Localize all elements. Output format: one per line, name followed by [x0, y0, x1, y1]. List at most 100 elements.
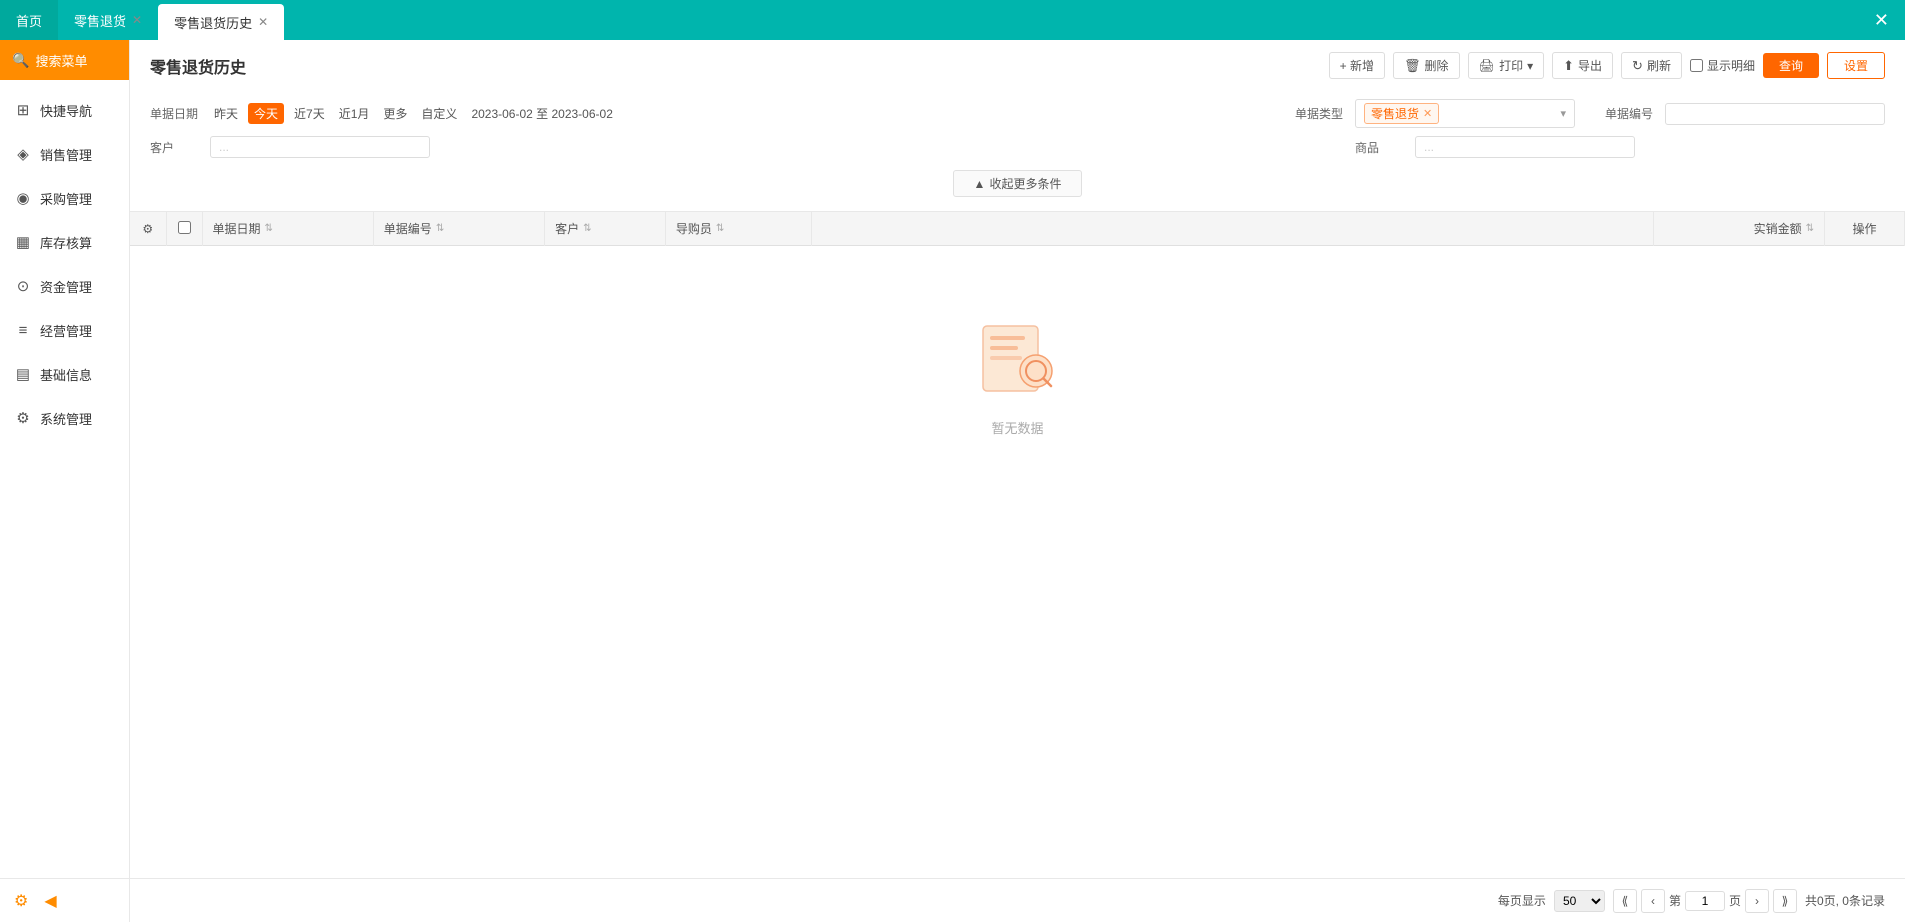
- print-icon: 🖨: [1479, 58, 1496, 74]
- collapse-icon: ▲: [974, 177, 986, 191]
- col-action: 操作: [1825, 212, 1905, 246]
- collapse-button[interactable]: ▲ 收起更多条件: [953, 170, 1083, 197]
- col-customer[interactable]: 客户 ⇅: [545, 212, 666, 246]
- col-number[interactable]: 单据编号 ⇅: [373, 212, 544, 246]
- page-header: 零售退货历史 + 新增 🗑 删除 🖨 打印 ▾ ⬆: [130, 40, 1905, 212]
- date-opt-today[interactable]: 今天: [248, 103, 284, 124]
- table-area: ⚙ 单据日期 ⇅: [130, 212, 1905, 922]
- basic-info-icon: ▤: [14, 365, 32, 383]
- guide-sort-icon: ⇅: [716, 223, 724, 234]
- customer-filter-label: 客户: [150, 139, 210, 156]
- sidebar-bottom: ⚙ ◀: [0, 878, 129, 922]
- page-title: 零售退货历史: [150, 54, 246, 78]
- date-opt-yesterday[interactable]: 昨天: [210, 103, 242, 124]
- sidebar-item-operations[interactable]: ≡ 经营管理: [0, 308, 129, 352]
- date-opt-1month[interactable]: 近1月: [335, 103, 374, 124]
- display-detail-checkbox[interactable]: [1690, 59, 1703, 72]
- number-filter-input[interactable]: [1665, 103, 1885, 125]
- collapse-row: ▲ 收起更多条件: [150, 166, 1885, 205]
- page-label: 第: [1669, 892, 1681, 909]
- sidebar-item-sales-mgmt[interactable]: ◈ 销售管理: [0, 132, 129, 176]
- type-select-arrow: ▾: [1560, 107, 1566, 120]
- prev-page-btn[interactable]: ‹: [1641, 889, 1665, 913]
- last-page-btn[interactable]: ⟫: [1773, 889, 1797, 913]
- customer-sort-icon: ⇅: [583, 223, 591, 234]
- sidebar-item-system[interactable]: ⚙ 系统管理: [0, 396, 129, 440]
- page-number-input[interactable]: [1685, 891, 1725, 911]
- inventory-icon: ▦: [14, 233, 32, 251]
- display-detail-label[interactable]: 显示明细: [1707, 57, 1755, 74]
- filter-row-customer: 客户 ... 商品 ...: [150, 136, 1885, 158]
- sidebar-item-purchase-mgmt[interactable]: ◉ 采购管理: [0, 176, 129, 220]
- number-filter-label: 单据编号: [1605, 105, 1665, 122]
- date-opt-7days[interactable]: 近7天: [290, 103, 329, 124]
- col-amount[interactable]: 实销金额 ⇅: [1653, 212, 1824, 246]
- per-page-select[interactable]: 20 50 100: [1554, 890, 1605, 912]
- refresh-button[interactable]: ↻ 刷新: [1621, 52, 1682, 79]
- export-button[interactable]: ⬆ 导出: [1552, 52, 1613, 79]
- settings-bottom-icon[interactable]: ⚙: [14, 891, 28, 911]
- top-bar: 首页 零售退货 ✕ 零售退货历史 ✕ ✕: [0, 0, 1905, 40]
- operations-icon: ≡: [14, 321, 32, 339]
- sidebar-item-quick-nav[interactable]: ⊞ 快捷导航: [0, 88, 129, 132]
- setting-button[interactable]: 设置: [1827, 52, 1885, 79]
- tab-home[interactable]: 首页: [0, 0, 58, 40]
- col-spacer: [811, 212, 1653, 246]
- table-header-row: ⚙ 单据日期 ⇅: [130, 212, 1905, 246]
- sidebar-item-finance[interactable]: ⊙ 资金管理: [0, 264, 129, 308]
- type-filter-select[interactable]: 零售退货 ✕ ▾: [1355, 99, 1575, 128]
- filter-area: 单据日期 昨天 今天 近7天 近1月 更多 自定义 2023-06-02 至 2…: [150, 89, 1885, 211]
- purchase-mgmt-icon: ◉: [14, 189, 32, 207]
- next-page-btn[interactable]: ›: [1745, 889, 1769, 913]
- date-opt-more[interactable]: 更多: [379, 103, 411, 124]
- display-switch: 显示明细: [1690, 57, 1755, 74]
- sidebar-search[interactable]: 🔍 搜索菜单: [0, 40, 129, 80]
- sidebar: 🔍 搜索菜单 ⊞ 快捷导航 ◈ 销售管理 ◉ 采购管理 ▦ 库存核算 ⊙ 资金管: [0, 40, 130, 922]
- window-close-btn[interactable]: ✕: [1874, 10, 1889, 31]
- page-nav: ⟪ ‹ 第 页 › ⟫: [1613, 889, 1797, 913]
- filter-row-date: 单据日期 昨天 今天 近7天 近1月 更多 自定义 2023-06-02 至 2…: [150, 99, 1885, 128]
- sidebar-item-inventory[interactable]: ▦ 库存核算: [0, 220, 129, 264]
- tab-retail-return[interactable]: 零售退货 ✕: [58, 0, 158, 40]
- delete-button[interactable]: 🗑 删除: [1393, 52, 1460, 79]
- per-page-label: 每页显示: [1498, 892, 1546, 909]
- finance-icon: ⊙: [14, 277, 32, 295]
- export-icon: ⬆: [1563, 58, 1574, 74]
- tab-retail-return-close[interactable]: ✕: [132, 13, 142, 27]
- date-opt-custom[interactable]: 自定义: [417, 103, 461, 124]
- sales-mgmt-icon: ◈: [14, 145, 32, 163]
- collapse-sidebar-icon[interactable]: ◀: [44, 891, 56, 911]
- date-range-display: 2023-06-02 至 2023-06-02: [471, 105, 612, 122]
- select-all-checkbox[interactable]: [178, 221, 191, 234]
- tab-retail-return-history-close[interactable]: ✕: [258, 15, 268, 29]
- print-button[interactable]: 🖨 打印 ▾: [1468, 52, 1545, 79]
- toolbar: + 新增 🗑 删除 🖨 打印 ▾ ⬆ 导出: [1329, 52, 1885, 79]
- data-table: ⚙ 单据日期 ⇅: [130, 212, 1905, 246]
- sidebar-item-basic-info[interactable]: ▤ 基础信息: [0, 352, 129, 396]
- search-icon: 🔍: [12, 52, 29, 69]
- tab-retail-return-history[interactable]: 零售退货历史 ✕: [158, 4, 284, 40]
- empty-icon: [968, 306, 1068, 406]
- amount-sort-icon: ⇅: [1806, 223, 1814, 234]
- customer-filter-input[interactable]: ...: [210, 136, 430, 158]
- first-page-btn[interactable]: ⟪: [1613, 889, 1637, 913]
- type-tag-close[interactable]: ✕: [1423, 107, 1432, 120]
- delete-icon: 🗑: [1404, 58, 1421, 74]
- col-settings[interactable]: ⚙: [130, 212, 166, 246]
- date-filter-label: 单据日期: [150, 105, 210, 122]
- refresh-icon: ↻: [1632, 58, 1643, 74]
- content-area: 零售退货历史 + 新增 🗑 删除 🖨 打印 ▾ ⬆: [130, 40, 1905, 922]
- number-sort-icon: ⇅: [436, 223, 444, 234]
- col-guide[interactable]: 导购员 ⇅: [665, 212, 811, 246]
- pagination: 每页显示 20 50 100 ⟪ ‹ 第 页 › ⟫ 共0页, 0条记录: [130, 878, 1905, 922]
- date-sort-icon: ⇅: [265, 223, 273, 234]
- new-button[interactable]: + 新增: [1329, 52, 1385, 79]
- system-icon: ⚙: [14, 409, 32, 427]
- table-wrapper: ⚙ 单据日期 ⇅: [130, 212, 1905, 878]
- goods-filter-label: 商品: [1355, 139, 1415, 156]
- col-checkbox: [166, 212, 202, 246]
- col-date[interactable]: 单据日期 ⇅: [202, 212, 373, 246]
- goods-filter-input[interactable]: ...: [1415, 136, 1635, 158]
- query-button[interactable]: 查询: [1763, 53, 1819, 78]
- type-filter-label: 单据类型: [1295, 105, 1355, 122]
